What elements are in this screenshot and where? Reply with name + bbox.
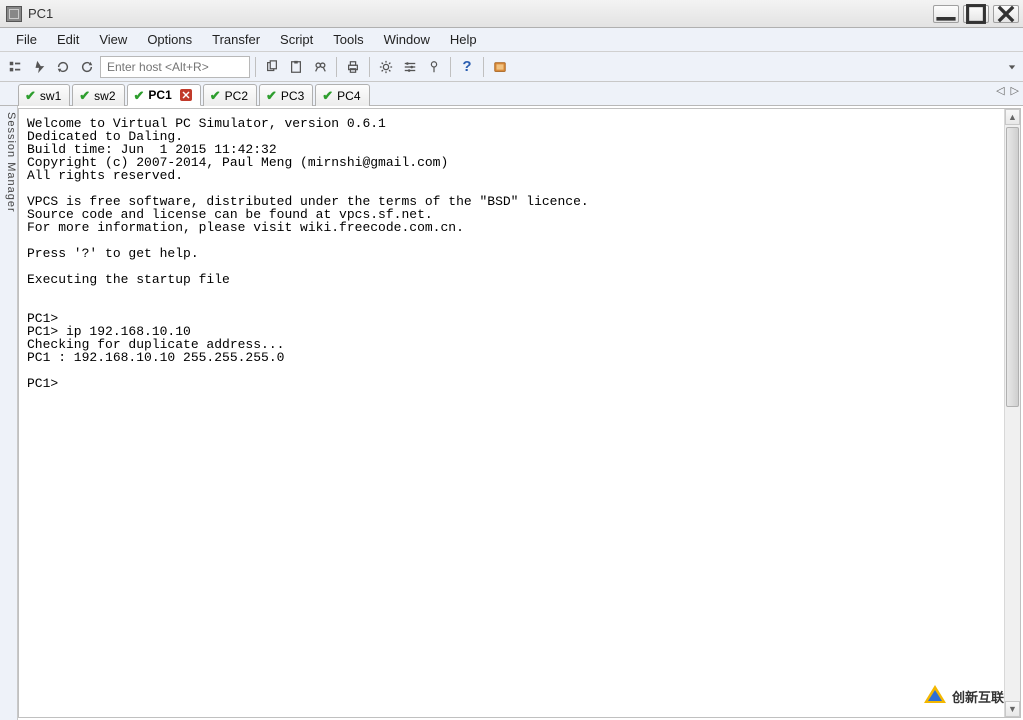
- terminal-pane: Welcome to Virtual PC Simulator, version…: [18, 108, 1021, 718]
- tab-label: sw2: [94, 89, 115, 103]
- menu-tools[interactable]: Tools: [323, 28, 373, 51]
- menu-view[interactable]: View: [89, 28, 137, 51]
- print-button[interactable]: [342, 56, 364, 78]
- tab-pc2[interactable]: ✔ PC2: [203, 84, 257, 106]
- session-manager-button[interactable]: [4, 56, 26, 78]
- window-title: PC1: [28, 6, 53, 21]
- check-icon: ✔: [322, 89, 333, 102]
- activator-button[interactable]: [489, 56, 511, 78]
- menu-help[interactable]: Help: [440, 28, 487, 51]
- maximize-button[interactable]: [963, 5, 989, 23]
- tab-sw1[interactable]: ✔ sw1: [18, 84, 70, 106]
- tab-sw2[interactable]: ✔ sw2: [72, 84, 124, 106]
- tab-pc4[interactable]: ✔ PC4: [315, 84, 369, 106]
- tab-label: sw1: [40, 89, 61, 103]
- menu-options[interactable]: Options: [137, 28, 202, 51]
- check-icon: ✔: [134, 89, 145, 102]
- menu-script[interactable]: Script: [270, 28, 323, 51]
- copy-button[interactable]: [261, 56, 283, 78]
- scroll-thumb[interactable]: [1006, 127, 1019, 407]
- settings-button[interactable]: [375, 56, 397, 78]
- disconnect-button[interactable]: [76, 56, 98, 78]
- help-button[interactable]: ?: [456, 56, 478, 78]
- terminal-output[interactable]: Welcome to Virtual PC Simulator, version…: [19, 109, 1020, 717]
- vertical-scrollbar[interactable]: ▲ ▼: [1004, 109, 1020, 717]
- tab-pc1[interactable]: ✔ PC1: [127, 84, 201, 106]
- scroll-down-icon[interactable]: ▼: [1005, 701, 1020, 717]
- find-button[interactable]: [309, 56, 331, 78]
- paste-button[interactable]: [285, 56, 307, 78]
- tab-label: PC1: [148, 88, 171, 102]
- menu-file[interactable]: File: [6, 28, 47, 51]
- tab-scroll-right-icon[interactable]: ▷: [1011, 84, 1019, 97]
- close-button[interactable]: [993, 5, 1019, 23]
- host-input[interactable]: [100, 56, 250, 78]
- tab-label: PC2: [225, 89, 248, 103]
- toolbar-overflow-icon[interactable]: [1005, 56, 1019, 78]
- reconnect-button[interactable]: [52, 56, 74, 78]
- keyword-highlight-button[interactable]: [423, 56, 445, 78]
- check-icon: ✔: [210, 89, 221, 102]
- tab-scroll-left-icon[interactable]: ◁: [996, 84, 1004, 97]
- workarea: Session Manager Welcome to Virtual PC Si…: [0, 106, 1023, 720]
- check-icon: ✔: [25, 89, 36, 102]
- titlebar: PC1: [0, 0, 1023, 28]
- check-icon: ✔: [266, 89, 277, 102]
- app-icon: [6, 6, 22, 22]
- tab-label: PC3: [281, 89, 304, 103]
- tab-close-button[interactable]: [180, 89, 192, 101]
- minimize-button[interactable]: [933, 5, 959, 23]
- menu-window[interactable]: Window: [374, 28, 440, 51]
- check-icon: ✔: [79, 89, 90, 102]
- menubar: File Edit View Options Transfer Script T…: [0, 28, 1023, 52]
- session-tabs: ✔ sw1 ✔ sw2 ✔ PC1 ✔ PC2 ✔ PC3 ✔ PC4 ◁ ▷: [0, 82, 1023, 106]
- toolbar: ?: [0, 52, 1023, 82]
- session-manager-sidebar[interactable]: Session Manager: [0, 106, 18, 720]
- quick-connect-button[interactable]: [28, 56, 50, 78]
- scroll-up-icon[interactable]: ▲: [1005, 109, 1020, 125]
- tab-pc3[interactable]: ✔ PC3: [259, 84, 313, 106]
- menu-transfer[interactable]: Transfer: [202, 28, 270, 51]
- menu-edit[interactable]: Edit: [47, 28, 89, 51]
- session-options-button[interactable]: [399, 56, 421, 78]
- tab-label: PC4: [337, 89, 360, 103]
